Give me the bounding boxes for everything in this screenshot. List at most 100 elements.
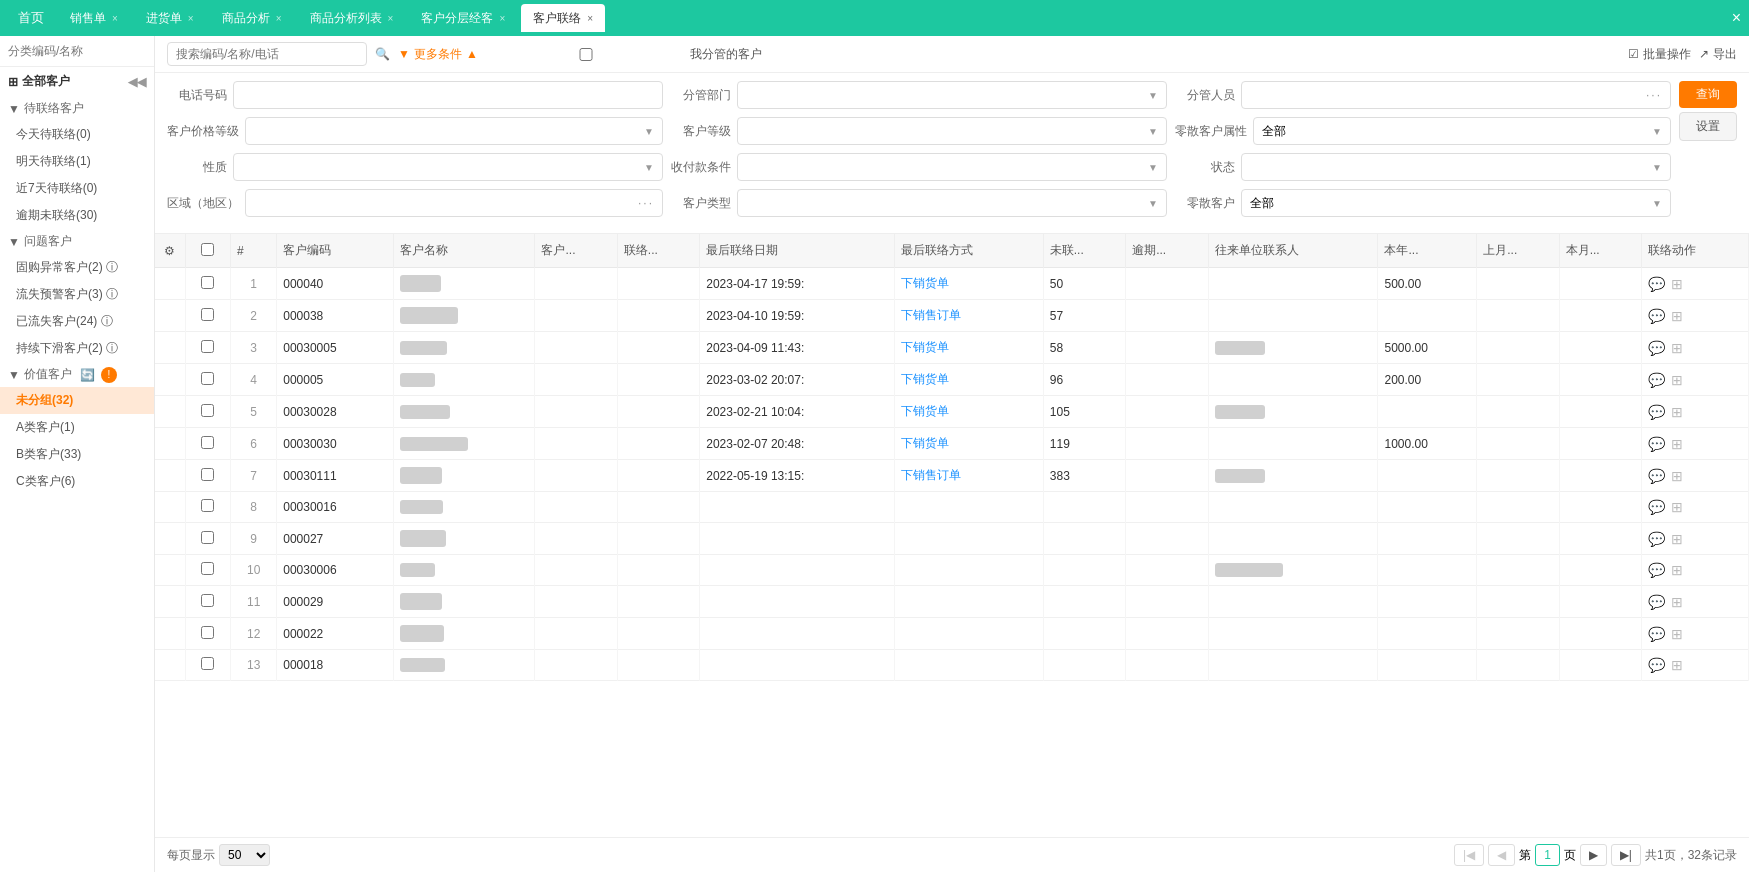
grid-action-icon[interactable]: ⊞ bbox=[1671, 499, 1683, 515]
row-checkbox[interactable] bbox=[201, 308, 214, 321]
all-customers-header[interactable]: ⊞ 全部客户 ◀◀ bbox=[0, 67, 154, 96]
per-page-select[interactable]: 50 100 200 bbox=[219, 844, 270, 866]
sidebar-item-tomorrow[interactable]: 明天待联络(1) bbox=[0, 148, 154, 175]
settings-column-header[interactable]: ⚙ bbox=[155, 234, 185, 268]
contact-method-link[interactable]: 下销售订单 bbox=[901, 308, 961, 322]
row-checkbox[interactable] bbox=[201, 562, 214, 575]
select-all-checkbox[interactable] bbox=[201, 243, 214, 256]
tab-customer-segment[interactable]: 客户分层经客 × bbox=[409, 4, 517, 32]
row-checkbox[interactable] bbox=[201, 594, 214, 607]
message-action-icon[interactable]: 💬 bbox=[1648, 562, 1665, 578]
grid-action-icon[interactable]: ⊞ bbox=[1671, 531, 1683, 547]
row-checkbox[interactable] bbox=[201, 372, 214, 385]
more-conditions-button[interactable]: ▼ 更多条件 ▲ bbox=[398, 46, 478, 63]
person-input[interactable]: ··· bbox=[1241, 81, 1671, 109]
close-icon[interactable]: × bbox=[499, 13, 505, 24]
message-action-icon[interactable]: 💬 bbox=[1648, 499, 1665, 515]
refresh-icon[interactable]: 🔄 bbox=[80, 368, 95, 382]
reset-button[interactable]: 设置 bbox=[1679, 112, 1737, 141]
message-action-icon[interactable]: 💬 bbox=[1648, 436, 1665, 452]
grid-action-icon[interactable]: ⊞ bbox=[1671, 340, 1683, 356]
close-icon[interactable]: × bbox=[188, 13, 194, 24]
grid-action-icon[interactable]: ⊞ bbox=[1671, 626, 1683, 642]
contact-method-link[interactable]: 下销售订单 bbox=[901, 468, 961, 482]
sidebar-item-churn-warning[interactable]: 流失预警客户(3) ⓘ bbox=[0, 281, 154, 308]
search-icon[interactable]: 🔍 bbox=[375, 47, 390, 61]
row-checkbox[interactable] bbox=[201, 436, 214, 449]
first-page-button[interactable]: |◀ bbox=[1454, 844, 1484, 866]
message-action-icon[interactable]: 💬 bbox=[1648, 468, 1665, 484]
problem-customers-group[interactable]: ▼ 问题客户 bbox=[0, 229, 154, 254]
grid-action-icon[interactable]: ⊞ bbox=[1671, 372, 1683, 388]
export-button[interactable]: ↗ 导出 bbox=[1699, 46, 1737, 63]
last-page-button[interactable]: ▶| bbox=[1611, 844, 1641, 866]
code-column-header[interactable]: 客户编码 bbox=[277, 234, 393, 268]
message-action-icon[interactable]: 💬 bbox=[1648, 276, 1665, 292]
tab-sales[interactable]: 销售单 × bbox=[58, 4, 130, 32]
sidebar-item-b-class[interactable]: B类客户(33) bbox=[0, 441, 154, 468]
close-icon[interactable]: × bbox=[587, 13, 593, 24]
message-action-icon[interactable]: 💬 bbox=[1648, 308, 1665, 324]
pending-contact-group[interactable]: ▼ 待联络客户 bbox=[0, 96, 154, 121]
sidebar-item-declining[interactable]: 持续下滑客户(2) ⓘ bbox=[0, 335, 154, 362]
message-action-icon[interactable]: 💬 bbox=[1648, 340, 1665, 356]
message-action-icon[interactable]: 💬 bbox=[1648, 594, 1665, 610]
grid-action-icon[interactable]: ⊞ bbox=[1671, 562, 1683, 578]
customer-type-select[interactable]: ▼ bbox=[737, 189, 1167, 217]
contact-method-link[interactable]: 下销货单 bbox=[901, 436, 949, 450]
window-close-icon[interactable]: × bbox=[1732, 9, 1741, 27]
search-input[interactable] bbox=[167, 42, 367, 66]
payment-select[interactable]: ▼ bbox=[737, 153, 1167, 181]
tab-purchase[interactable]: 进货单 × bbox=[134, 4, 206, 32]
close-icon[interactable]: × bbox=[112, 13, 118, 24]
sidebar-item-ungrouped[interactable]: 未分组(32) bbox=[0, 387, 154, 414]
region-input[interactable]: ··· bbox=[245, 189, 663, 217]
tab-customer-contact[interactable]: 客户联络 × bbox=[521, 4, 605, 32]
row-checkbox[interactable] bbox=[201, 657, 214, 670]
message-action-icon[interactable]: 💬 bbox=[1648, 531, 1665, 547]
phone-input[interactable] bbox=[233, 81, 663, 109]
contact-method-link[interactable]: 下销货单 bbox=[901, 340, 949, 354]
contact-method-link[interactable]: 下销货单 bbox=[901, 404, 949, 418]
grid-action-icon[interactable]: ⊞ bbox=[1671, 404, 1683, 420]
row-checkbox[interactable] bbox=[201, 531, 214, 544]
sidebar-item-churned[interactable]: 已流失客户(24) ⓘ bbox=[0, 308, 154, 335]
price-level-select[interactable]: ▼ bbox=[245, 117, 663, 145]
grid-action-icon[interactable]: ⊞ bbox=[1671, 276, 1683, 292]
grid-action-icon[interactable]: ⊞ bbox=[1671, 436, 1683, 452]
dept-select[interactable]: ▼ bbox=[737, 81, 1167, 109]
grid-action-icon[interactable]: ⊞ bbox=[1671, 594, 1683, 610]
sidebar-item-7days[interactable]: 近7天待联络(0) bbox=[0, 175, 154, 202]
status-select[interactable]: ▼ bbox=[1241, 153, 1671, 181]
next-page-button[interactable]: ▶ bbox=[1580, 844, 1607, 866]
nav-home[interactable]: 首页 bbox=[8, 9, 54, 27]
customer-level-select[interactable]: ▼ bbox=[737, 117, 1167, 145]
row-checkbox[interactable] bbox=[201, 276, 214, 289]
sidebar-item-a-class[interactable]: A类客户(1) bbox=[0, 414, 154, 441]
retail-customer-select[interactable]: 全部▼ bbox=[1241, 189, 1671, 217]
message-action-icon[interactable]: 💬 bbox=[1648, 372, 1665, 388]
grid-action-icon[interactable]: ⊞ bbox=[1671, 468, 1683, 484]
row-checkbox[interactable] bbox=[201, 340, 214, 353]
close-icon[interactable]: × bbox=[388, 13, 394, 24]
grid-action-icon[interactable]: ⊞ bbox=[1671, 308, 1683, 324]
my-customers-checkbox[interactable] bbox=[486, 48, 686, 61]
tab-product-list[interactable]: 商品分析列表 × bbox=[298, 4, 406, 32]
row-checkbox[interactable] bbox=[201, 499, 214, 512]
retail-attr-select[interactable]: 全部▼ bbox=[1253, 117, 1671, 145]
value-customers-group[interactable]: ▼ 价值客户 🔄 ! bbox=[0, 362, 154, 387]
sidebar-item-overdue[interactable]: 逾期未联络(30) bbox=[0, 202, 154, 229]
name-column-header[interactable]: 客户名称 bbox=[393, 234, 535, 268]
batch-op-button[interactable]: ☑ 批量操作 bbox=[1628, 46, 1691, 63]
query-button[interactable]: 查询 bbox=[1679, 81, 1737, 108]
sidebar-item-today[interactable]: 今天待联络(0) bbox=[0, 121, 154, 148]
prev-page-button[interactable]: ◀ bbox=[1488, 844, 1515, 866]
message-action-icon[interactable]: 💬 bbox=[1648, 626, 1665, 642]
message-action-icon[interactable]: 💬 bbox=[1648, 404, 1665, 420]
contact-method-link[interactable]: 下销货单 bbox=[901, 276, 949, 290]
grid-action-icon[interactable]: ⊞ bbox=[1671, 657, 1683, 673]
tab-product-analysis[interactable]: 商品分析 × bbox=[210, 4, 294, 32]
contact-method-link[interactable]: 下销货单 bbox=[901, 372, 949, 386]
row-checkbox[interactable] bbox=[201, 468, 214, 481]
sidebar-item-c-class[interactable]: C类客户(6) bbox=[0, 468, 154, 495]
